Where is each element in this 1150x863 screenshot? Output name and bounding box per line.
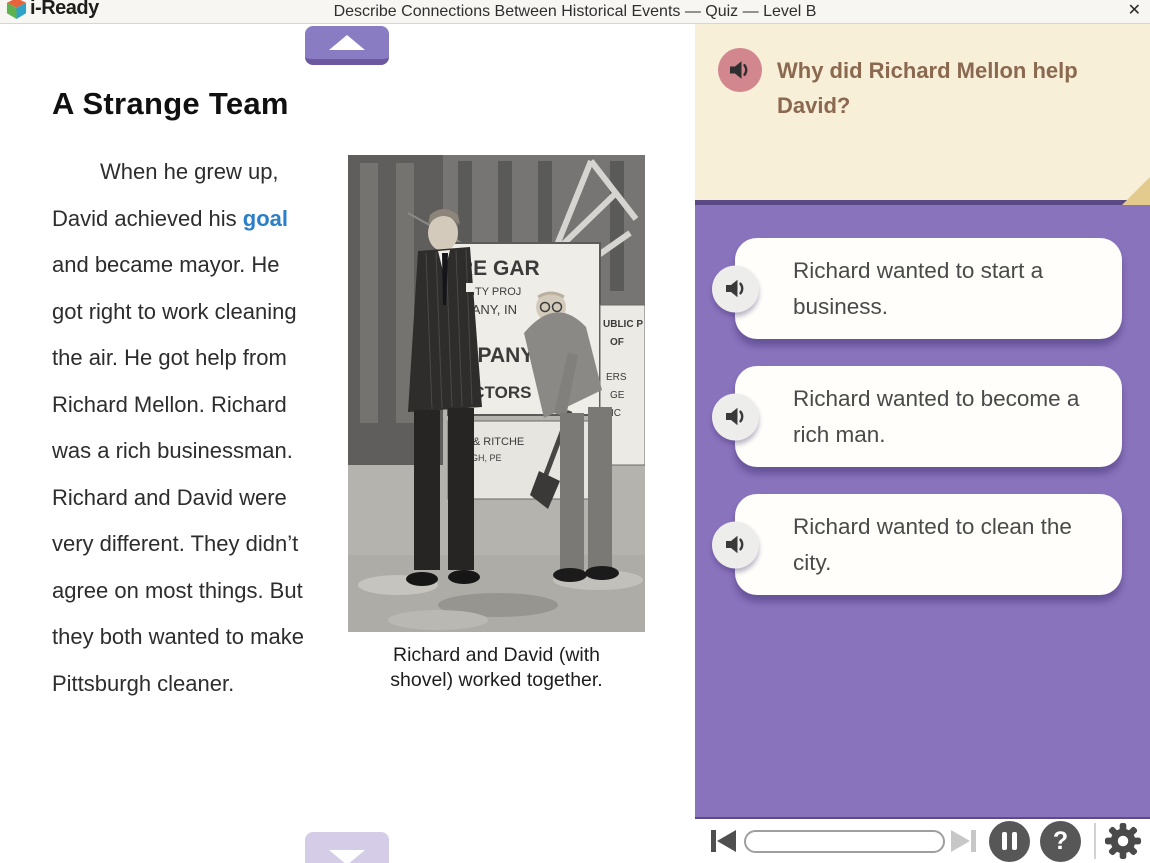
skip-forward-icon [951,830,977,852]
speaker-icon [730,61,748,79]
question-box: Why did Richard Mellon help David? [695,24,1150,205]
speaker-icon [725,535,743,554]
arrow-up-icon [329,35,365,50]
question-audio-button[interactable] [718,48,762,92]
sign-text: IC [611,408,621,419]
speaker-icon [725,279,743,298]
sign-text: OF [610,337,624,348]
arrow-down-icon [329,849,365,863]
settings-button[interactable] [1104,822,1142,860]
answer-text: Richard wanted to become a rich man. [793,385,1080,447]
answer-text: Richard wanted to clean the city. [793,513,1072,575]
skip-back-button[interactable] [708,828,738,854]
answer-1-audio-button[interactable] [712,265,759,312]
goal-vocab-link[interactable]: goal [243,206,288,231]
passage-text-segment: and became mayor. He got right to work c… [52,252,304,696]
iready-logo-text: i-Ready [30,0,99,19]
answer-list: Richard wanted to start a business. Rich… [695,205,1150,817]
answer-option-2[interactable]: Richard wanted to become a rich man. [712,366,1122,467]
answer-2-audio-button[interactable] [712,393,759,440]
sign-text: ERS [606,372,627,383]
passage-figure: RE GAR RITY PROJ PANY, IN MPANY ACTORS L… [348,155,645,693]
skip-forward-button[interactable] [949,828,979,854]
answer-3-audio-button[interactable] [712,521,759,568]
speaker-icon [725,407,743,426]
audio-progress-bar[interactable] [744,829,946,853]
help-button[interactable]: ? [1040,820,1082,862]
question-prompt: Why did Richard Mellon help David? [777,58,1078,118]
answer-text: Richard wanted to start a business. [793,257,1044,319]
iready-quiz-window: i-Ready Describe Connections Between His… [0,0,1150,863]
iready-cube-icon [6,0,27,19]
sign-text: UBLIC P [603,319,643,330]
scroll-down-button[interactable] [305,832,389,863]
title-bar: i-Ready Describe Connections Between His… [0,0,1150,24]
pause-icon [1002,832,1018,850]
iready-logo: i-Ready [6,0,99,20]
scroll-up-button[interactable] [305,26,389,65]
page-corner-fold [1122,177,1150,205]
passage-photo: RE GAR RITY PROJ PANY, IN MPANY ACTORS L… [348,155,645,632]
passage: A Strange Team RE GAR RITY PROJ PANY, IN… [52,86,645,707]
help-icon: ? [1052,826,1069,855]
gear-icon [1104,822,1142,860]
window-title: Describe Connections Between Historical … [333,2,817,20]
answer-option-3[interactable]: Richard wanted to clean the city. [712,494,1122,595]
photo-caption: Richard and David (with shovel) worked t… [390,644,603,691]
pause-button[interactable] [989,820,1031,862]
answer-option-1[interactable]: Richard wanted to start a business. [712,238,1122,339]
skip-back-icon [711,830,736,852]
close-icon[interactable]: ✕ [1128,1,1141,21]
controls-divider [1094,823,1096,859]
passage-title: A Strange Team [52,86,289,121]
reading-panel: A Strange Team RE GAR RITY PROJ PANY, IN… [0,24,695,863]
question-panel: Why did Richard Mellon help David? Richa… [695,24,1150,863]
sign-text: GE [610,390,625,401]
audio-control-bar: ? [695,817,1150,863]
